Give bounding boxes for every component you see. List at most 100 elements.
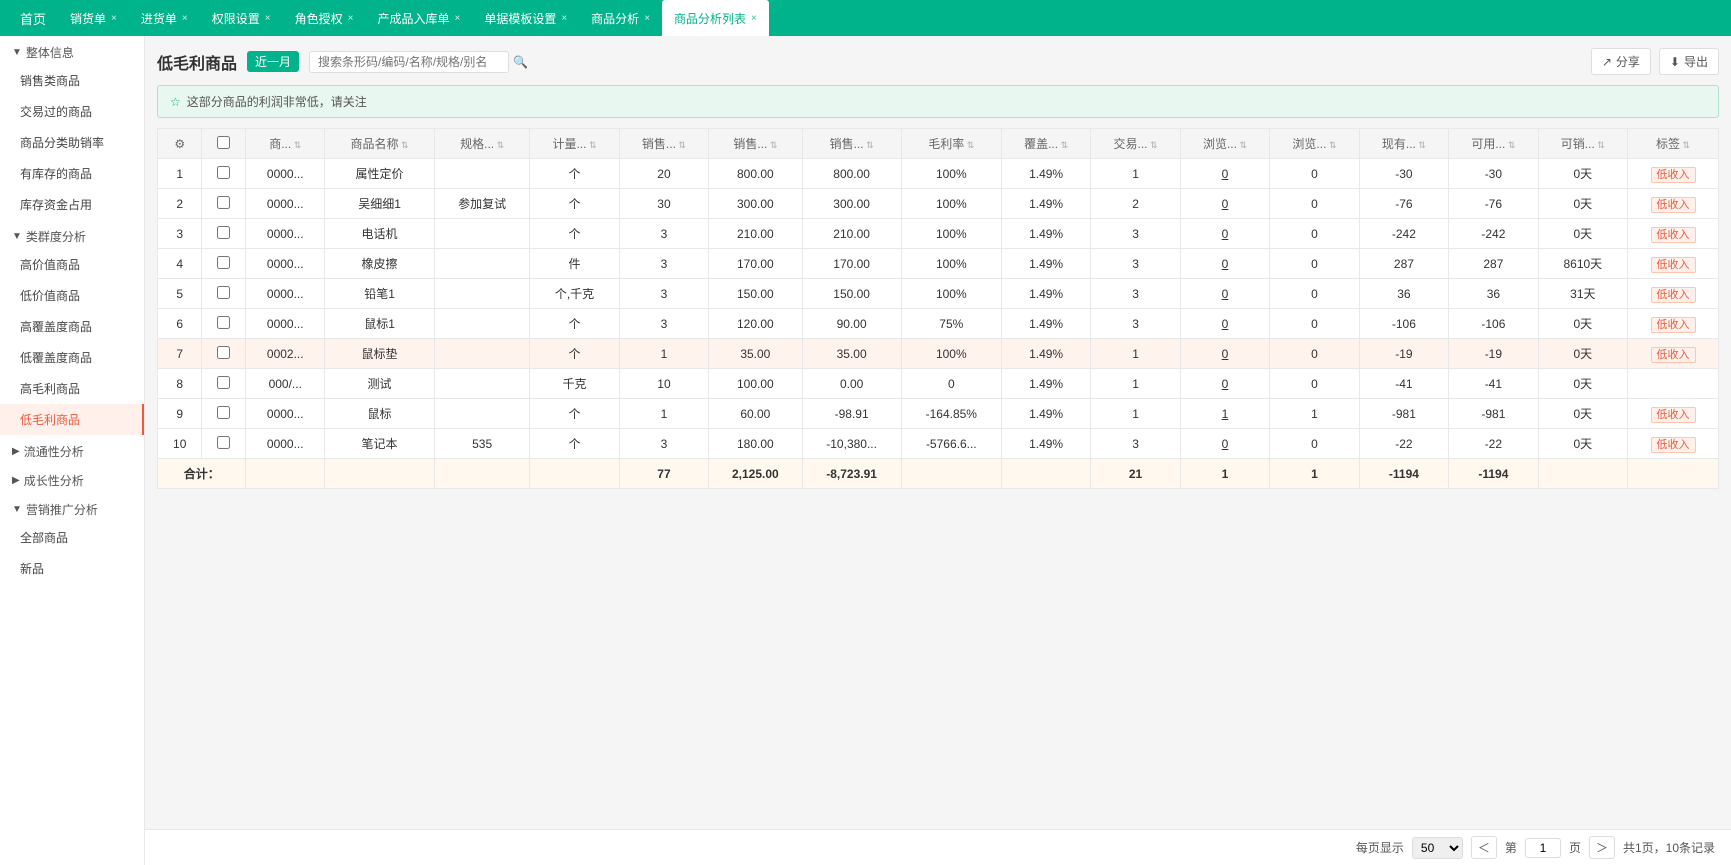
cell-browse1[interactable]: 0 — [1180, 249, 1269, 279]
close-icon[interactable]: × — [751, 13, 757, 24]
row-checkbox[interactable] — [217, 346, 230, 359]
row-checkbox[interactable] — [217, 406, 230, 419]
row-checkbox[interactable] — [217, 436, 230, 449]
sidebar-item-stocked-products[interactable]: 有库存的商品 — [0, 158, 144, 189]
sidebar-group-overall[interactable]: ▼ 整体信息 — [0, 36, 144, 65]
sidebar-group-growth[interactable]: ▶ 成长性分析 — [0, 464, 144, 493]
row-checkbox[interactable] — [217, 226, 230, 239]
cell-checkbox[interactable] — [202, 249, 246, 279]
cell-browse1[interactable]: 0 — [1180, 309, 1269, 339]
th-name[interactable]: 商品名称 — [325, 129, 435, 159]
sidebar-group-marketing[interactable]: ▼ 营销推广分析 — [0, 493, 144, 522]
row-checkbox[interactable] — [217, 316, 230, 329]
page-number-input[interactable] — [1525, 838, 1561, 858]
th-sales-profit[interactable]: 销售... — [802, 129, 901, 159]
sidebar-item-high-value[interactable]: 高价值商品 — [0, 249, 144, 280]
cell-browse1[interactable]: 0 — [1180, 339, 1269, 369]
th-code[interactable]: 商... — [246, 129, 325, 159]
sidebar-item-category-rate[interactable]: 商品分类助销率 — [0, 127, 144, 158]
cell-no: 1 — [158, 159, 202, 189]
th-available[interactable]: 可用... — [1449, 129, 1538, 159]
close-icon[interactable]: × — [348, 13, 354, 24]
sidebar-item-low-coverage[interactable]: 低覆盖度商品 — [0, 342, 144, 373]
nav-sales-order[interactable]: 销货单 × — [58, 0, 129, 36]
cell-checkbox[interactable] — [202, 189, 246, 219]
sidebar-item-high-margin[interactable]: 高毛利商品 — [0, 373, 144, 404]
nav-product-analysis[interactable]: 商品分析 × — [579, 0, 662, 36]
select-all-checkbox[interactable] — [217, 136, 230, 149]
th-tag[interactable]: 标签 — [1628, 129, 1719, 159]
cell-no: 2 — [158, 189, 202, 219]
sidebar-group-circulation[interactable]: ▶ 流通性分析 — [0, 435, 144, 464]
th-saleable[interactable]: 可销... — [1538, 129, 1627, 159]
nav-permission[interactable]: 权限设置 × — [200, 0, 283, 36]
export-button[interactable]: ⬇ 导出 — [1659, 48, 1719, 75]
nav-home[interactable]: 首页 — [8, 0, 58, 36]
close-icon[interactable]: × — [182, 13, 188, 24]
th-unit[interactable]: 计量... — [530, 129, 619, 159]
th-coverage[interactable]: 覆盖... — [1001, 129, 1090, 159]
sidebar-item-low-margin[interactable]: 低毛利商品 — [0, 404, 144, 435]
share-button[interactable]: ↗ 分享 — [1591, 48, 1651, 75]
cell-checkbox[interactable] — [202, 279, 246, 309]
nav-template-settings[interactable]: 单据模板设置 × — [472, 0, 579, 36]
th-sales-price[interactable]: 销售... — [709, 129, 802, 159]
th-settings[interactable]: ⚙ — [158, 129, 202, 159]
th-checkbox[interactable] — [202, 129, 246, 159]
search-icon[interactable]: 🔍 — [513, 55, 528, 69]
cell-checkbox[interactable] — [202, 159, 246, 189]
cell-sales-qty: 3 — [619, 309, 708, 339]
row-checkbox[interactable] — [217, 196, 230, 209]
cell-checkbox[interactable] — [202, 219, 246, 249]
close-icon[interactable]: × — [265, 13, 271, 24]
close-icon[interactable]: × — [111, 13, 117, 24]
nav-role-auth[interactable]: 角色授权 × — [283, 0, 366, 36]
per-page-select[interactable]: 50 100 200 — [1412, 837, 1463, 859]
cell-checkbox[interactable] — [202, 369, 246, 399]
cell-checkbox[interactable] — [202, 399, 246, 429]
sidebar-item-low-value[interactable]: 低价值商品 — [0, 280, 144, 311]
cell-browse1[interactable]: 0 — [1180, 219, 1269, 249]
sidebar-group-cluster[interactable]: ▼ 类群度分析 — [0, 220, 144, 249]
cell-sales-profit: 800.00 — [802, 159, 901, 189]
nav-product-stock[interactable]: 产成品入库单 × — [365, 0, 472, 36]
cell-checkbox[interactable] — [202, 309, 246, 339]
cell-browse1[interactable]: 0 — [1180, 279, 1269, 309]
close-icon[interactable]: × — [561, 13, 567, 24]
sidebar-item-sales-products[interactable]: 销售类商品 — [0, 65, 144, 96]
nav-product-analysis-list[interactable]: 商品分析列表 × — [662, 0, 769, 36]
search-input[interactable] — [309, 51, 509, 73]
cell-sales-price: 210.00 — [709, 219, 802, 249]
cell-checkbox[interactable] — [202, 429, 246, 459]
row-checkbox[interactable] — [217, 286, 230, 299]
row-checkbox[interactable] — [217, 166, 230, 179]
nav-purchase-order[interactable]: 进货单 × — [129, 0, 200, 36]
row-checkbox[interactable] — [217, 256, 230, 269]
sidebar-item-high-coverage[interactable]: 高覆盖度商品 — [0, 311, 144, 342]
cell-browse1[interactable]: 0 — [1180, 369, 1269, 399]
th-browse2[interactable]: 浏览... — [1270, 129, 1359, 159]
row-checkbox[interactable] — [217, 376, 230, 389]
cell-available: -76 — [1449, 189, 1538, 219]
th-spec[interactable]: 规格... — [435, 129, 530, 159]
next-page-button[interactable]: ＞ — [1589, 836, 1615, 859]
th-gross-margin[interactable]: 毛利率 — [901, 129, 1001, 159]
cell-browse1[interactable]: 0 — [1180, 429, 1269, 459]
close-icon[interactable]: × — [644, 13, 650, 24]
th-sales-qty[interactable]: 销售... — [619, 129, 708, 159]
date-tag[interactable]: 近一月 — [247, 51, 299, 72]
sidebar-item-new-products[interactable]: 新品 — [0, 553, 144, 584]
sidebar-item-all-products[interactable]: 全部商品 — [0, 522, 144, 553]
cell-browse1[interactable]: 0 — [1180, 159, 1269, 189]
cell-browse1[interactable]: 0 — [1180, 189, 1269, 219]
cell-checkbox[interactable] — [202, 339, 246, 369]
th-current[interactable]: 现有... — [1359, 129, 1448, 159]
cell-sales-price: 170.00 — [709, 249, 802, 279]
cell-browse1[interactable]: 1 — [1180, 399, 1269, 429]
close-icon[interactable]: × — [454, 13, 460, 24]
sidebar-item-traded-products[interactable]: 交易过的商品 — [0, 96, 144, 127]
sidebar-item-stock-capital[interactable]: 库存资金占用 — [0, 189, 144, 220]
prev-page-button[interactable]: ＜ — [1471, 836, 1497, 859]
th-browse1[interactable]: 浏览... — [1180, 129, 1269, 159]
th-transaction[interactable]: 交易... — [1091, 129, 1180, 159]
